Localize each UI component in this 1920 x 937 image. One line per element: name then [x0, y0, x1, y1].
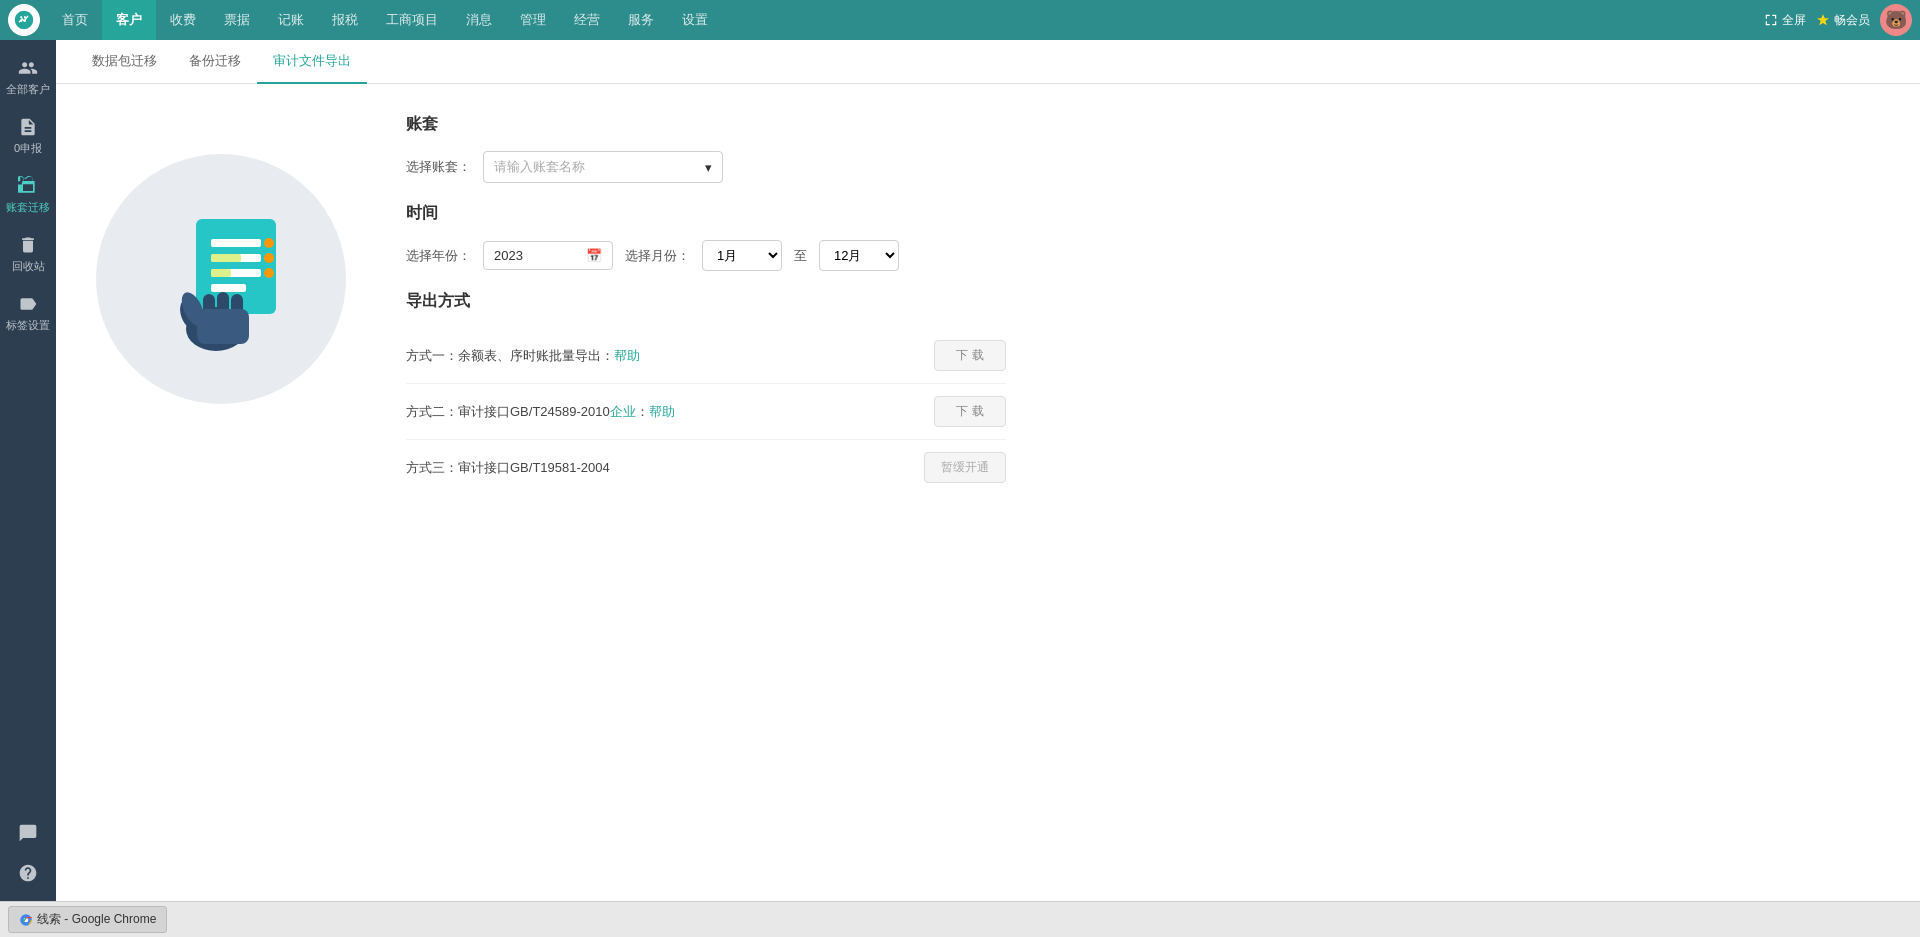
svg-point-5	[264, 238, 274, 248]
sidebar-item-zero-declaration[interactable]: 0申报	[0, 107, 56, 166]
tab-audit-export[interactable]: 审计文件导出	[257, 40, 367, 84]
svg-point-7	[264, 268, 274, 278]
svg-rect-16	[197, 309, 249, 344]
sidebar-label-trash: 回收站	[12, 259, 45, 274]
nav-operation[interactable]: 经营	[560, 0, 614, 40]
account-select[interactable]: 请输入账套名称 ▾	[483, 151, 723, 183]
sidebar-item-notifications[interactable]	[0, 813, 56, 853]
method-3-coming-soon-button[interactable]: 暂缓开通	[924, 452, 1006, 483]
svg-rect-1	[211, 239, 261, 247]
sidebar-label-tag-settings: 标签设置	[6, 318, 50, 333]
sidebar-item-migrate[interactable]: 账套迁移	[0, 166, 56, 225]
illustration-area	[96, 154, 346, 404]
tabs-bar: 数据包迁移 备份迁移 审计文件导出	[56, 40, 1920, 84]
chevron-down-icon: ▾	[705, 160, 712, 175]
export-method-2: 方式二：审计接口GB/T24589-2010企业：帮助 下 载	[406, 384, 1006, 440]
nav-bookkeeping[interactable]: 记账	[264, 0, 318, 40]
taskbar: 线索 - Google Chrome	[0, 901, 1920, 937]
tab-data-migrate[interactable]: 数据包迁移	[76, 40, 173, 84]
nav-manage[interactable]: 管理	[506, 0, 560, 40]
method-1-text: 方式一：余额表、序时账批量导出：帮助	[406, 347, 934, 365]
method-2-text: 方式二：审计接口GB/T24589-2010企业：帮助	[406, 403, 934, 421]
to-separator: 至	[794, 247, 807, 265]
account-placeholder: 请输入账套名称	[494, 158, 585, 176]
sidebar-item-tag-settings[interactable]: 标签设置	[0, 284, 56, 343]
method-2-company-link[interactable]: 企业	[610, 404, 636, 419]
method-1-download-button[interactable]: 下 载	[934, 340, 1006, 371]
fullscreen-button[interactable]: 全屏	[1764, 12, 1806, 29]
account-row: 选择账套： 请输入账套名称 ▾	[406, 151, 1006, 183]
method-3-text-before: 方式三：审计接口GB/T19581-2004	[406, 460, 610, 475]
sidebar-item-help[interactable]	[0, 853, 56, 893]
nav-service[interactable]: 服务	[614, 0, 668, 40]
month-end-select[interactable]: 1月2月3月4月 5月6月7月8月 9月10月11月12月	[819, 240, 899, 271]
nav-right: 全屏 畅会员 🐻	[1764, 4, 1912, 36]
section-export-title: 导出方式	[406, 291, 1006, 312]
section-account-title: 账套	[406, 114, 1006, 135]
method-1-help-link[interactable]: 帮助	[614, 348, 640, 363]
method-2-text-before: 方式二：审计接口GB/T24589-2010	[406, 404, 610, 419]
nav-fee[interactable]: 收费	[156, 0, 210, 40]
method-3-text: 方式三：审计接口GB/T19581-2004	[406, 459, 924, 477]
nav-settings[interactable]: 设置	[668, 0, 722, 40]
nav-business[interactable]: 工商项目	[372, 0, 452, 40]
form-area: 账套 选择账套： 请输入账套名称 ▾ 时间 选择年份： 2023 📅	[406, 114, 1006, 495]
sidebar: 全部客户 0申报 账套迁移 回收站 标签设置	[0, 40, 56, 901]
year-input[interactable]: 2023 📅	[483, 241, 613, 270]
sidebar-label-all-customers: 全部客户	[6, 82, 50, 97]
month-start-select[interactable]: 1月2月3月4月 5月6月7月8月 9月10月11月12月	[702, 240, 782, 271]
chrome-icon	[19, 913, 33, 927]
nav-message[interactable]: 消息	[452, 0, 506, 40]
sidebar-item-all-customers[interactable]: 全部客户	[0, 48, 56, 107]
sidebar-bottom	[0, 813, 56, 901]
nav-home[interactable]: 首页	[48, 0, 102, 40]
nav-invoice[interactable]: 票据	[210, 0, 264, 40]
time-row: 选择年份： 2023 📅 选择月份： 1月2月3月4月 5月6月7月8月 9月1…	[406, 240, 1006, 271]
svg-point-6	[264, 253, 274, 263]
main-layout: 全部客户 0申报 账套迁移 回收站 标签设置	[0, 40, 1920, 901]
export-method-3: 方式三：审计接口GB/T19581-2004 暂缓开通	[406, 440, 1006, 495]
sidebar-label-zero-declaration: 0申报	[14, 141, 42, 156]
nav-customer[interactable]: 客户	[102, 0, 156, 40]
method-1-text-before: 方式一：余额表、序时账批量导出：	[406, 348, 614, 363]
tab-backup-migrate[interactable]: 备份迁移	[173, 40, 257, 84]
illustration-svg	[141, 194, 301, 364]
svg-rect-8	[211, 254, 241, 262]
app-logo[interactable]	[8, 4, 40, 36]
svg-rect-9	[211, 269, 231, 277]
nav-tax[interactable]: 报税	[318, 0, 372, 40]
vip-button[interactable]: 畅会员	[1816, 12, 1870, 29]
label-select-month: 选择月份：	[625, 247, 690, 265]
top-navigation: 首页 客户 收费 票据 记账 报税 工商项目 消息 管理 经营 服务 设置 全屏…	[0, 0, 1920, 40]
user-avatar[interactable]: 🐻	[1880, 4, 1912, 36]
page-content: 账套 选择账套： 请输入账套名称 ▾ 时间 选择年份： 2023 📅	[56, 84, 1920, 901]
sidebar-item-trash[interactable]: 回收站	[0, 225, 56, 284]
section-time-title: 时间	[406, 203, 1006, 224]
taskbar-chrome-item[interactable]: 线索 - Google Chrome	[8, 906, 167, 933]
year-value: 2023	[494, 248, 523, 263]
calendar-icon: 📅	[586, 248, 602, 263]
illustration-circle	[96, 154, 346, 404]
method-2-help-link[interactable]: 帮助	[649, 404, 675, 419]
export-method-1: 方式一：余额表、序时账批量导出：帮助 下 载	[406, 328, 1006, 384]
svg-rect-4	[211, 284, 246, 292]
label-select-account: 选择账套：	[406, 158, 471, 176]
taskbar-chrome-label: 线索 - Google Chrome	[37, 911, 156, 928]
content-area: 数据包迁移 备份迁移 审计文件导出	[56, 40, 1920, 901]
label-select-year: 选择年份：	[406, 247, 471, 265]
method-2-download-button[interactable]: 下 载	[934, 396, 1006, 427]
method-2-text-mid: ：	[636, 404, 649, 419]
nav-items: 首页 客户 收费 票据 记账 报税 工商项目 消息 管理 经营 服务 设置	[48, 0, 1764, 40]
sidebar-label-migrate: 账套迁移	[6, 200, 50, 215]
